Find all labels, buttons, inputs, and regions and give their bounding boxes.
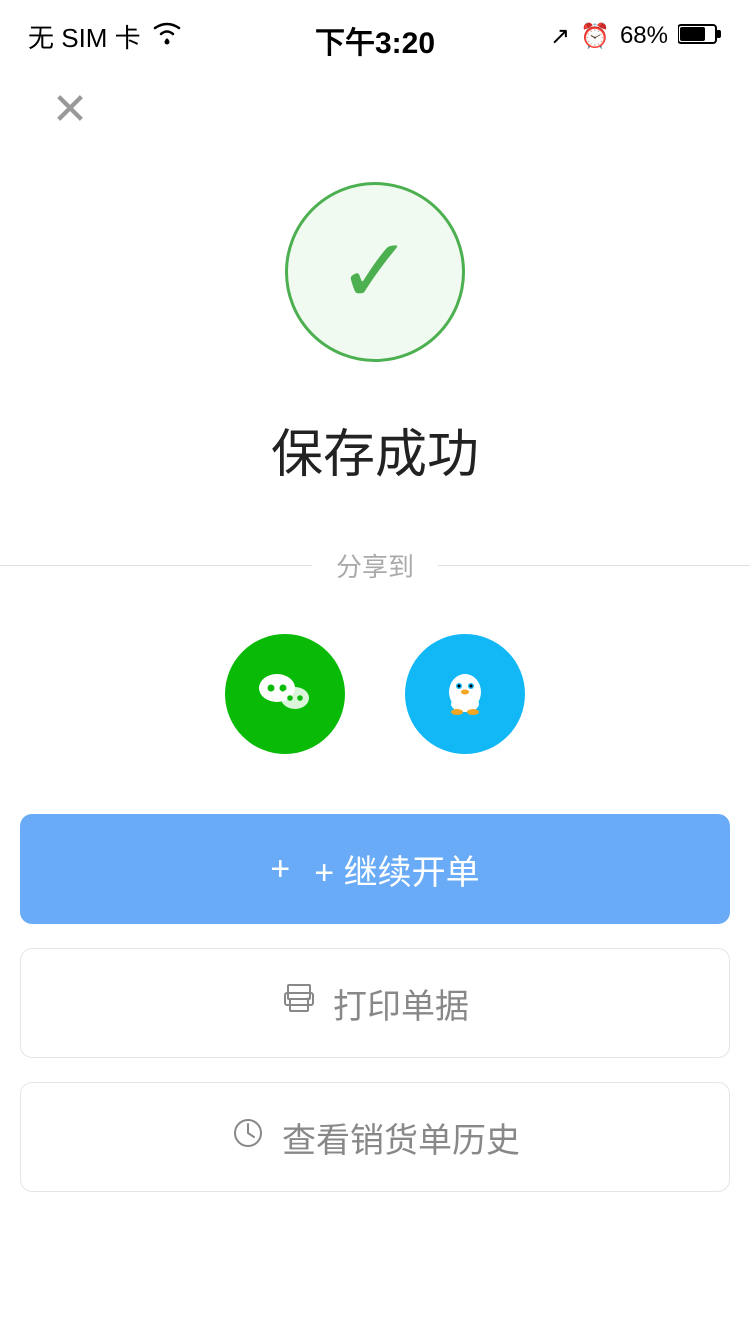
success-title: 保存成功 — [271, 412, 479, 487]
history-button[interactable]: 查看销货单历史 — [20, 1082, 730, 1192]
share-qq-button[interactable] — [405, 634, 525, 754]
close-icon: ✕ — [52, 88, 89, 132]
status-bar: 无 SIM 卡 下午3:20 ↗ ⏰ 68% — [0, 0, 750, 72]
continue-button[interactable]: + + 继续开单 — [20, 814, 730, 924]
success-circle: ✓ — [285, 182, 465, 362]
close-button[interactable]: ✕ — [40, 80, 100, 140]
location-icon: ↗ — [550, 22, 570, 51]
battery-icon — [678, 21, 722, 52]
plus-icon: + — [270, 850, 290, 889]
print-label: 打印单据 — [333, 979, 469, 1028]
status-time: 下午3:20 — [315, 18, 435, 62]
divider-right — [438, 565, 750, 566]
qq-icon — [431, 660, 499, 728]
history-label: 查看销货单历史 — [282, 1113, 520, 1162]
status-right: ↗ ⏰ 68% — [550, 21, 722, 52]
share-icons — [0, 634, 750, 754]
wifi-icon — [151, 20, 183, 53]
print-icon — [281, 981, 317, 1026]
battery-label: 68% — [620, 22, 668, 50]
wechat-icon — [251, 660, 319, 728]
action-section: + + 继续开单 打印单据 查看销货单历 — [0, 814, 750, 1192]
print-button[interactable]: 打印单据 — [20, 948, 730, 1058]
divider-left — [0, 565, 312, 566]
continue-label: + 继续开单 — [314, 845, 479, 894]
status-left: 无 SIM 卡 — [28, 18, 183, 55]
alarm-icon: ⏰ — [580, 22, 610, 51]
share-wechat-button[interactable] — [225, 634, 345, 754]
history-icon — [230, 1115, 266, 1160]
no-sim-label: 无 SIM 卡 — [28, 18, 141, 55]
success-section: ✓ 保存成功 分享到 — [0, 72, 750, 1192]
checkmark-icon: ✓ — [337, 227, 412, 317]
share-section: 分享到 — [0, 547, 750, 754]
share-label: 分享到 — [312, 547, 438, 584]
share-divider: 分享到 — [0, 547, 750, 584]
